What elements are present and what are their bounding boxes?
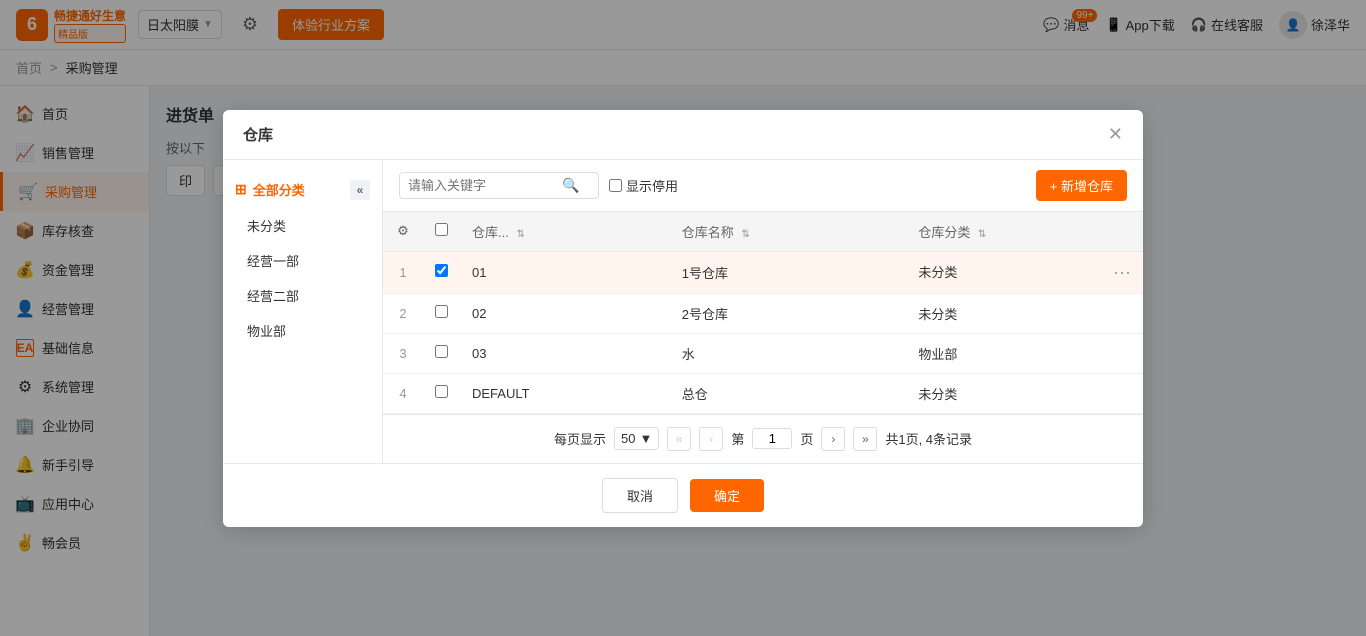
category-item-ops1[interactable]: 经营一部 xyxy=(223,243,382,278)
add-warehouse-button[interactable]: + 新增仓库 xyxy=(1036,170,1127,201)
select-all-checkbox[interactable] xyxy=(435,223,448,236)
dialog-body: ⊞ 全部分类 « 未分类 经营一部 经营二部 物业部 🔍 xyxy=(223,160,1143,463)
row-actions-icon[interactable]: ··· xyxy=(1113,262,1131,283)
category-header[interactable]: ⊞ 全部分类 « xyxy=(223,172,382,208)
dialog-header: 仓库 ✕ xyxy=(223,110,1143,160)
dialog-overlay: 仓库 ✕ ⊞ 全部分类 « 未分类 经营一部 经营二部 物业部 xyxy=(0,0,1366,636)
total-info: 共1页, 4条记录 xyxy=(885,429,972,448)
row-checkbox-cell xyxy=(423,373,460,413)
confirm-button[interactable]: 确定 xyxy=(690,479,764,512)
dialog-right-panel: 🔍 显示停用 + 新增仓库 ⚙ xyxy=(383,160,1143,463)
col-category: 仓库分类 ⇅ xyxy=(906,212,1143,252)
table-row[interactable]: 1 01 1号仓库 未分类 ··· xyxy=(383,251,1143,293)
pagination: 每页显示 50 ▼ « ‹ 第 页 › » 共1页, 4条记录 xyxy=(383,414,1143,463)
category-item-ops2[interactable]: 经营二部 xyxy=(223,278,382,313)
per-page-select[interactable]: 50 ▼ xyxy=(614,427,659,450)
row-code: DEFAULT xyxy=(460,373,670,413)
row-name: 水 xyxy=(670,333,907,373)
row-checkbox[interactable] xyxy=(435,264,448,277)
row-code: 02 xyxy=(460,293,670,333)
dialog-left-panel: ⊞ 全部分类 « 未分类 经营一部 经营二部 物业部 xyxy=(223,160,383,463)
col-name: 仓库名称 ⇅ xyxy=(670,212,907,252)
sort-code-icon: ⇅ xyxy=(516,229,524,240)
collapse-button[interactable]: « xyxy=(350,180,370,200)
col-settings: ⚙ xyxy=(383,212,423,252)
search-icon[interactable]: 🔍 xyxy=(562,177,579,194)
cancel-button[interactable]: 取消 xyxy=(602,478,678,513)
dialog-toolbar: 🔍 显示停用 + 新增仓库 xyxy=(383,160,1143,212)
sort-category-icon: ⇅ xyxy=(978,229,986,240)
row-num: 3 xyxy=(383,333,423,373)
table-header-row: ⚙ 仓库... ⇅ 仓库名称 xyxy=(383,212,1143,252)
last-page-button[interactable]: » xyxy=(853,427,877,451)
table-row[interactable]: 3 03 水 物业部 xyxy=(383,333,1143,373)
per-page-label: 每页显示 xyxy=(554,429,606,448)
search-input[interactable] xyxy=(408,178,558,193)
sort-name-icon: ⇅ xyxy=(741,229,749,240)
row-code: 01 xyxy=(460,251,670,293)
show-disabled-checkbox[interactable] xyxy=(609,179,622,192)
dialog-footer: 取消 确定 xyxy=(223,463,1143,527)
grid-icon: ⊞ xyxy=(235,181,247,198)
col-code: 仓库... ⇅ xyxy=(460,212,670,252)
row-code: 03 xyxy=(460,333,670,373)
category-item-uncategorized[interactable]: 未分类 xyxy=(223,208,382,243)
row-num: 4 xyxy=(383,373,423,413)
page-number-input[interactable] xyxy=(752,428,792,449)
row-checkbox[interactable] xyxy=(435,305,448,318)
table-body: 1 01 1号仓库 未分类 ··· 2 02 2号仓库 未分类 3 xyxy=(383,251,1143,413)
row-name: 2号仓库 xyxy=(670,293,907,333)
warehouse-dialog: 仓库 ✕ ⊞ 全部分类 « 未分类 经营一部 经营二部 物业部 xyxy=(223,110,1143,527)
per-page-arrow-icon: ▼ xyxy=(639,431,652,446)
dialog-close-button[interactable]: ✕ xyxy=(1108,124,1123,145)
col-checkbox xyxy=(423,212,460,252)
category-item-property[interactable]: 物业部 xyxy=(223,313,382,348)
row-num: 1 xyxy=(383,251,423,293)
data-table: ⚙ 仓库... ⇅ 仓库名称 xyxy=(383,212,1143,414)
row-name: 1号仓库 xyxy=(670,251,907,293)
settings-col-icon: ⚙ xyxy=(397,223,409,238)
row-category: 未分类 xyxy=(906,293,1143,333)
row-num: 2 xyxy=(383,293,423,333)
row-checkbox-cell xyxy=(423,251,460,293)
next-page-button[interactable]: › xyxy=(821,427,845,451)
table-row[interactable]: 4 DEFAULT 总仓 未分类 xyxy=(383,373,1143,413)
row-category: 物业部 xyxy=(906,333,1143,373)
warehouse-table: ⚙ 仓库... ⇅ 仓库名称 xyxy=(383,212,1143,414)
prev-page-button[interactable]: ‹ xyxy=(699,427,723,451)
first-page-button[interactable]: « xyxy=(667,427,691,451)
row-category: 未分类 xyxy=(906,373,1143,413)
row-checkbox[interactable] xyxy=(435,345,448,358)
search-box: 🔍 xyxy=(399,172,599,199)
row-category: 未分类 ··· xyxy=(906,251,1143,293)
table-row[interactable]: 2 02 2号仓库 未分类 xyxy=(383,293,1143,333)
show-disabled-label[interactable]: 显示停用 xyxy=(609,176,678,195)
dialog-title: 仓库 xyxy=(243,124,273,145)
row-checkbox-cell xyxy=(423,293,460,333)
row-checkbox[interactable] xyxy=(435,385,448,398)
row-name: 总仓 xyxy=(670,373,907,413)
row-checkbox-cell xyxy=(423,333,460,373)
